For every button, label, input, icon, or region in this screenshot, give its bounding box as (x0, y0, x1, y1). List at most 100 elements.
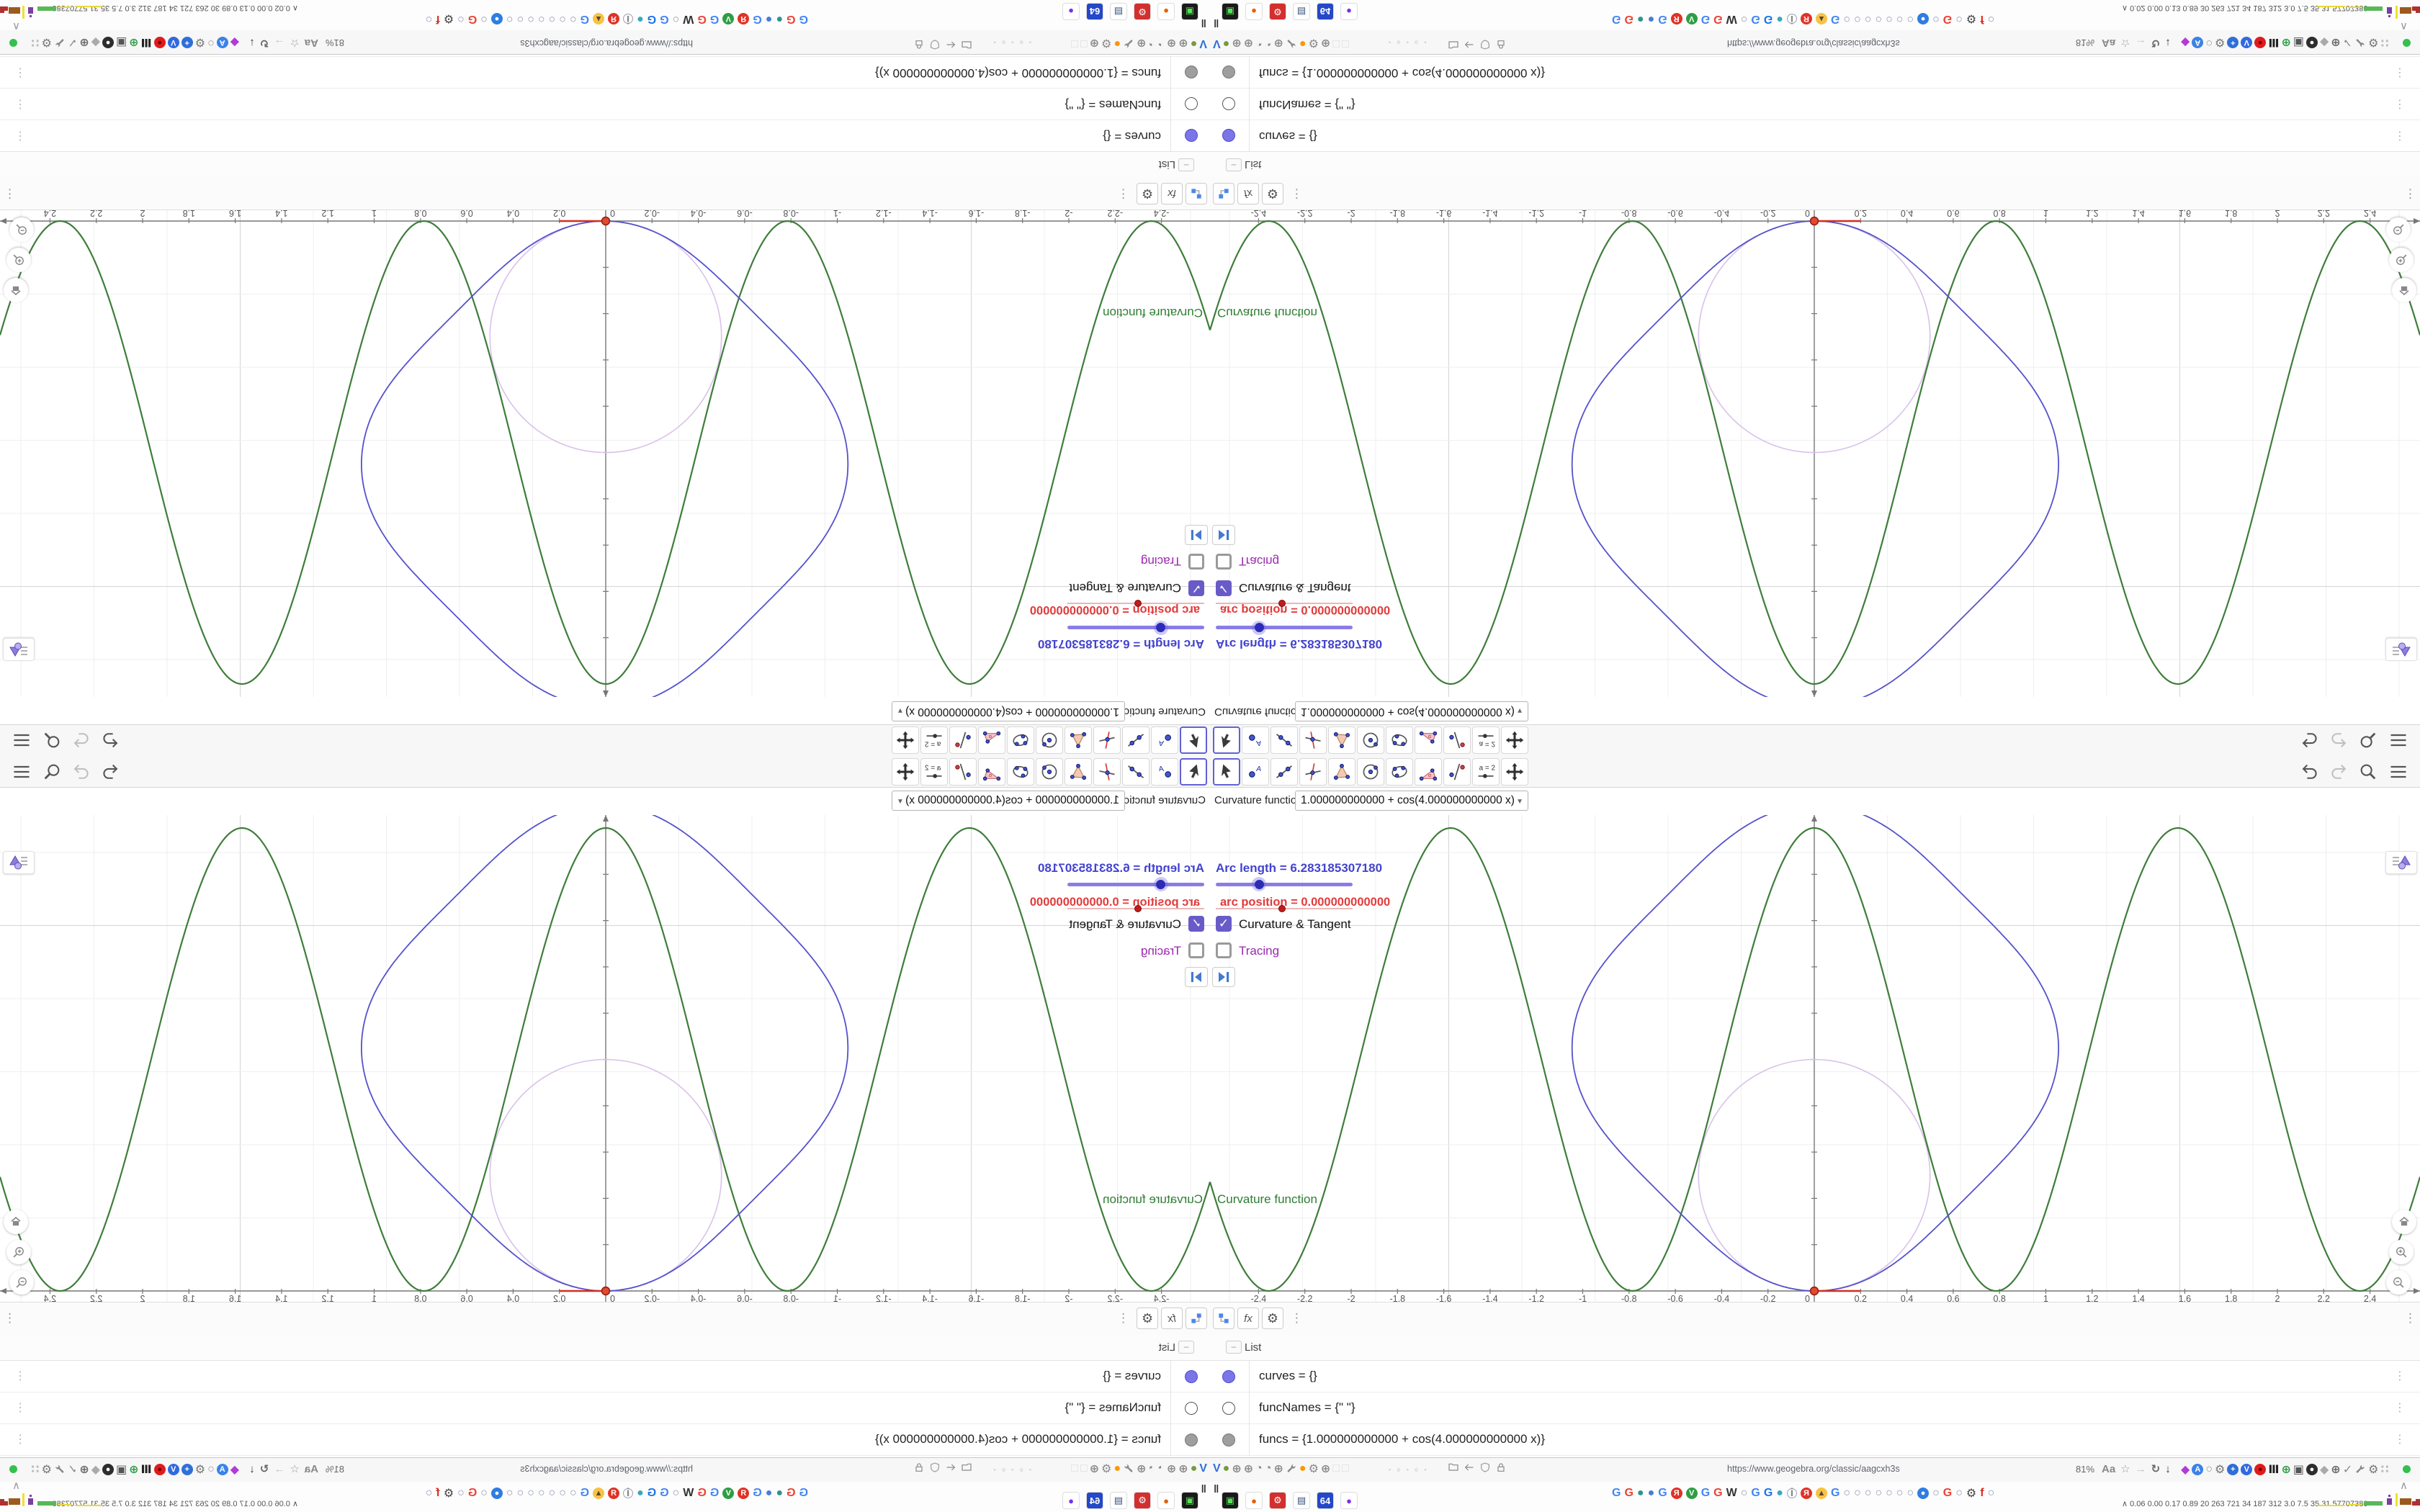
small-icon[interactable]: Aa (2102, 37, 2115, 50)
visibility-radio[interactable] (1222, 66, 1235, 78)
small-icon[interactable]: ● (1299, 37, 1307, 50)
small-icon[interactable]: f (1980, 1487, 1984, 1500)
small-icon[interactable]: ◦ (1029, 39, 1031, 46)
redo-icon[interactable] (72, 730, 92, 750)
tracing-checkbox[interactable] (1216, 554, 1232, 570)
small-icon[interactable]: Я (1670, 13, 1682, 24)
small-icon[interactable]: G (1831, 12, 1839, 25)
small-icon[interactable]: ● (776, 12, 783, 25)
small-icon[interactable]: ○ (527, 12, 534, 25)
small-icon[interactable]: G (1658, 1487, 1667, 1500)
small-icon[interactable]: G (1764, 12, 1773, 25)
small-icon[interactable]: → (2136, 37, 2146, 50)
tool-angle-button[interactable]: α (1415, 726, 1442, 754)
small-icon[interactable]: ● (2305, 1464, 2318, 1475)
arc-length-slider[interactable] (1216, 883, 1353, 886)
tool-polygon-button[interactable] (1065, 758, 1092, 786)
collapse-list-button[interactable]: – (1226, 1341, 1242, 1354)
bookmark-reload-icons[interactable]: Aa ☆ → ↻ ↓ (249, 37, 318, 50)
graph-canvas[interactable]: -2.4 -2.2 -2 -1.8 -1.6 -1.4 -1.2 -1 -0.8 -0.6 -0.4… (0, 208, 1210, 708)
algebra-fx-button[interactable]: fx (1237, 1308, 1259, 1329)
small-icon[interactable]: ◦ (1407, 1466, 1409, 1473)
tool-circle-center-point-button[interactable] (1036, 726, 1063, 754)
small-icon[interactable]: ● (1776, 1487, 1783, 1500)
small-icon[interactable]: Aa (305, 1463, 318, 1475)
small-icon[interactable]: G (581, 1487, 589, 1500)
small-icon[interactable]: ○ (1843, 12, 1850, 25)
small-icon[interactable]: ⚙ (1134, 3, 1151, 20)
small-icon[interactable]: ◦ (1389, 1466, 1391, 1473)
small-icon[interactable]: ○ (1906, 1487, 1914, 1500)
tool-reflect-button[interactable] (1443, 758, 1471, 786)
folder-icon[interactable] (961, 1462, 972, 1473)
graphics-view[interactable]: -2.4 -2.2 -2 -1.8 -1.6 -1.4 -1.2 -1 -0.8 -0.6 -0.4… (0, 208, 1210, 708)
small-icon[interactable]: V (722, 1488, 735, 1499)
play-animation-button[interactable] (1185, 525, 1208, 545)
small-icon[interactable]: ● (1113, 1462, 1121, 1475)
visibility-radio[interactable] (1185, 66, 1198, 78)
arc-length-slider-handle[interactable] (1154, 621, 1168, 635)
small-icon[interactable]: ○ (1932, 1487, 1940, 1500)
shield-icon[interactable] (1479, 1462, 1491, 1473)
small-icon[interactable]: ⊕ (1178, 36, 1188, 50)
small-icon[interactable]: ◆ (91, 35, 100, 50)
small-icon[interactable]: ⊕ (1244, 1462, 1253, 1476)
small-icon[interactable]: ◔ (1157, 1462, 1165, 1475)
algebra-panel-kebab-icon[interactable]: ⋮ (2404, 1311, 2416, 1326)
small-icon[interactable]: ○ (1415, 39, 1418, 46)
small-icon[interactable]: ● (1157, 3, 1175, 20)
small-icon[interactable]: ▤ (1110, 3, 1127, 20)
wrench-icon[interactable] (54, 37, 66, 48)
small-icon[interactable]: G (1751, 12, 1760, 25)
small-icon[interactable]: ○ (1843, 1487, 1850, 1500)
row-kebab-icon[interactable]: ⋮ (14, 1432, 26, 1446)
visibility-radio[interactable] (1222, 97, 1235, 110)
bookmark-reload-icons[interactable]: Aa ☆ → ↻ ↓ (249, 1462, 318, 1476)
extension-icons-left[interactable]: V ● ⊕ ⊕ ◔ ◔ ⊕ ● ⚙ ⊕ □ □ (1071, 36, 1207, 50)
small-icon[interactable]: ● (1299, 1462, 1307, 1475)
search-icon[interactable] (2358, 730, 2378, 750)
collapse-list-button[interactable]: – (1178, 1341, 1194, 1354)
small-icon[interactable]: ○ (1741, 1487, 1748, 1500)
function-input[interactable]: 1.000000000000 + cos(4.000000000000 x) ▼ (1295, 701, 1528, 721)
small-icon[interactable]: ○ (457, 1487, 465, 1500)
small-icon[interactable]: Я (738, 1488, 750, 1499)
folder-icon[interactable] (961, 39, 972, 50)
tool-slider-button[interactable]: a = 2 (920, 726, 948, 754)
small-icon[interactable]: ⚙ (195, 1462, 205, 1477)
small-icon[interactable]: ↻ (2151, 1462, 2161, 1475)
small-icon[interactable]: G (1612, 1487, 1621, 1500)
visibility-radio[interactable] (1222, 1402, 1235, 1415)
lock-icon[interactable] (913, 1462, 925, 1473)
chevron-up-icon[interactable]: ∧ (2400, 1479, 2408, 1492)
bookmark-reload-icons[interactable]: Aa ☆ → ↻ ↓ (2102, 37, 2171, 50)
small-icon[interactable]: ● (2254, 1464, 2267, 1475)
tool-move-graphics-button[interactable] (1501, 758, 1528, 786)
small-icon[interactable]: ○ (1865, 1487, 1872, 1500)
small-icon[interactable]: ○ (1741, 12, 1748, 25)
tool-move-button[interactable] (1180, 726, 1207, 754)
curvature-tangent-checkbox[interactable]: ✓ (1216, 916, 1232, 932)
small-icon[interactable]: → (274, 37, 284, 50)
small-icon[interactable]: ○ (426, 1487, 433, 1500)
small-icon[interactable]: ◦ (1424, 1466, 1426, 1473)
chevron-up-icon[interactable]: ∧ (2400, 20, 2408, 33)
graph-canvas[interactable]: -2.4 -2.2 -2 -1.8 -1.6 -1.4 -1.2 -1 -0.8 -0.6 -0.4… (0, 804, 1210, 1304)
small-icon[interactable]: G (1701, 12, 1710, 25)
function-input[interactable]: 1.000000000000 + cos(4.000000000000 x) ▼ (892, 701, 1125, 721)
small-icon[interactable]: ● (1223, 1462, 1230, 1475)
small-icon[interactable]: Ⅲ (2268, 35, 2279, 50)
tool-angle-button[interactable]: α (1415, 758, 1442, 786)
small-icon[interactable]: G (710, 12, 719, 25)
redo-icon[interactable] (72, 762, 92, 782)
tool-point-button[interactable]: A (1242, 758, 1269, 786)
small-icon[interactable]: ○ (559, 12, 566, 25)
small-icon[interactable]: ● (1340, 1492, 1358, 1509)
tool-move-graphics-button[interactable] (892, 758, 919, 786)
small-icon[interactable]: f (436, 1487, 439, 1500)
dropdown-caret-icon[interactable]: ▼ (897, 798, 904, 806)
small-icon[interactable]: ◔ (1255, 1462, 1263, 1475)
small-icon[interactable]: G (581, 12, 589, 25)
page-zoom-level[interactable]: 81% (326, 1464, 344, 1475)
small-icon[interactable]: ⚙ (1309, 36, 1319, 50)
